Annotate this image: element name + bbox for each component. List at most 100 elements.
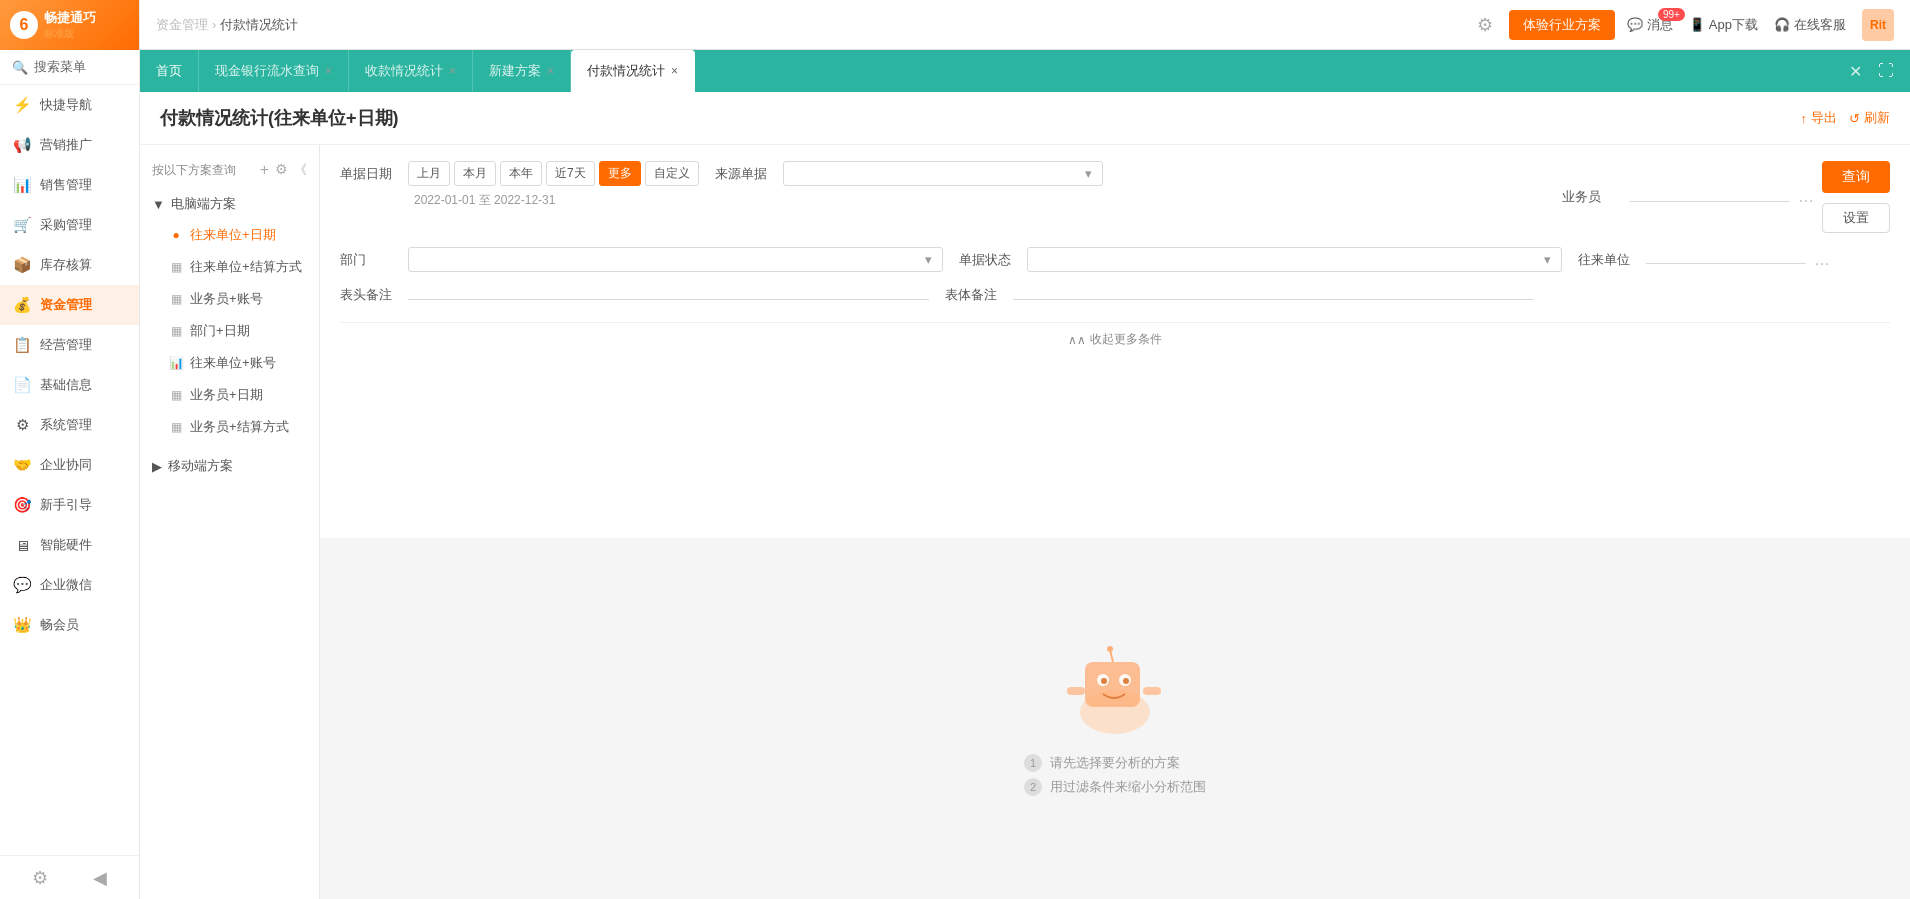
scheme-table-icon: ▦ [168,387,184,403]
date-btn-7days[interactable]: 近7天 [546,161,595,186]
footer-settings-icon[interactable]: ⚙ [32,867,48,889]
sidebar-item-cooperation[interactable]: 🤝 企业协同 [0,445,139,485]
messages-button[interactable]: 💬 消息 99+ [1627,16,1673,34]
scheme-label: 业务员+结算方式 [190,418,289,436]
sidebar-search[interactable]: 🔍 搜索菜单 [0,50,139,85]
sidebar-header: 6 畅捷通巧 标准版 [0,0,139,50]
empty-state: 1 请先选择要分析的方案 2 用过滤条件来缩小分析范围 [320,538,1910,899]
tab-payment-stats-close[interactable]: × [671,64,678,78]
sidebar-item-quick-nav[interactable]: ⚡ 快捷导航 [0,85,139,125]
scheme-table-icon: ▦ [168,419,184,435]
mobile-group-expand-icon: ▶ [152,459,162,474]
date-btn-more[interactable]: 更多 [599,161,641,186]
app-download-link[interactable]: 📱 App下载 [1689,16,1758,34]
refresh-icon: ↺ [1849,111,1860,126]
tab-receive-stats-close[interactable]: × [449,64,456,78]
staff-more-icon[interactable]: … [1798,188,1814,206]
footer-collapse-icon[interactable]: ◀ [93,867,107,889]
nav-icon-operation: 📋 [12,335,32,355]
tab-payment-stats[interactable]: 付款情况统计 × [571,50,695,92]
desktop-group-title[interactable]: ▼ 电脑端方案 [140,189,319,219]
search-label: 搜索菜单 [34,58,86,76]
scheme-settings-icon[interactable]: ⚙ [275,161,288,179]
collapse-button[interactable]: ∧∧ 收起更多条件 [340,322,1890,356]
tab-new-plan-close[interactable]: × [547,64,554,78]
svg-rect-8 [1067,687,1085,695]
tab-bank-flow-close[interactable]: × [325,64,332,78]
online-service-link[interactable]: 🎧 在线客服 [1774,16,1846,34]
tab-new-plan[interactable]: 新建方案 × [473,50,571,92]
tab-receive-stats[interactable]: 收款情况统计 × [349,50,473,92]
query-button[interactable]: 查询 [1822,161,1890,193]
scheme-item-unit-date[interactable]: ● 往来单位+日期 [140,219,319,251]
sidebar-item-guide[interactable]: 🎯 新手引导 [0,485,139,525]
settings-button[interactable]: 设置 [1822,203,1890,233]
settings-icon[interactable]: ⚙ [1477,14,1493,36]
nav-icon-guide: 🎯 [12,495,32,515]
search-icon: 🔍 [12,60,28,75]
scheme-collapse-icon[interactable]: 《 [294,161,307,179]
body-notes-input[interactable] [1013,291,1534,300]
scheme-label: 往来单位+日期 [190,226,276,244]
nav-icon-member: 👑 [12,615,32,635]
refresh-button[interactable]: ↺ 刷新 [1849,109,1890,127]
export-button[interactable]: ↑ 导出 [1801,109,1838,127]
date-btn-custom[interactable]: 自定义 [645,161,699,186]
head-notes-input[interactable] [408,291,929,300]
sidebar-item-wechat[interactable]: 💬 企业微信 [0,565,139,605]
nav-label-marketing: 营销推广 [40,136,92,154]
tab-receive-stats-label: 收款情况统计 [365,62,443,80]
bottom-area: 1 请先选择要分析的方案 2 用过滤条件来缩小分析范围 [320,538,1910,899]
trial-button[interactable]: 体验行业方案 [1509,10,1615,40]
filter-sidebar-label: 按以下方案查询 [152,162,236,179]
collapse-label: 收起更多条件 [1090,331,1162,348]
scheme-item-dept-date[interactable]: ▦ 部门+日期 [140,315,319,347]
scheme-item-unit-settle[interactable]: ▦ 往来单位+结算方式 [140,251,319,283]
scheme-table-icon: ▦ [168,259,184,275]
scheme-item-staff-date[interactable]: ▦ 业务员+日期 [140,379,319,411]
dept-select[interactable]: ▾ [408,247,943,272]
doc-status-select[interactable]: ▾ [1027,247,1562,272]
tab-maximize-icon[interactable]: ⛶ [1874,58,1898,84]
tab-close-all-icon[interactable]: ✕ [1845,58,1866,85]
nav-label-basic-info: 基础信息 [40,376,92,394]
sidebar-item-operation[interactable]: 📋 经营管理 [0,325,139,365]
sidebar-item-sales[interactable]: 📊 销售管理 [0,165,139,205]
scheme-item-staff-settle[interactable]: ▦ 业务员+结算方式 [140,411,319,443]
sidebar-item-inventory[interactable]: 📦 库存核算 [0,245,139,285]
scheme-item-staff-account[interactable]: ▦ 业务员+账号 [140,283,319,315]
tab-home[interactable]: 首页 [140,50,199,92]
date-btn-this-year[interactable]: 本年 [500,161,542,186]
empty-illustration [1055,642,1175,742]
unit-input[interactable] [1646,255,1806,264]
group-expand-icon: ▼ [152,197,165,212]
nav-label-quick-nav: 快捷导航 [40,96,92,114]
content-area: 付款情况统计(往来单位+日期) ↑ 导出 ↺ 刷新 按以下方案查询 + [140,92,1910,899]
tab-bank-flow-label: 现金银行流水查询 [215,62,319,80]
sidebar-item-basic-info[interactable]: 📄 基础信息 [0,365,139,405]
sidebar-item-purchase[interactable]: 🛒 采购管理 [0,205,139,245]
scheme-item-unit-account[interactable]: 📊 往来单位+账号 [140,347,319,379]
mobile-group-label: 移动端方案 [168,457,233,475]
user-avatar[interactable]: Rit [1862,9,1894,41]
source-doc-select[interactable]: ▾ [783,161,1103,186]
mobile-group-title[interactable]: ▶ 移动端方案 [140,451,319,481]
sidebar-item-finance[interactable]: 💰 资金管理 [0,285,139,325]
add-scheme-icon[interactable]: + [260,161,269,179]
sidebar-item-system[interactable]: ⚙ 系统管理 [0,405,139,445]
unit-more-icon[interactable]: … [1814,251,1830,269]
robot-svg [1055,642,1175,742]
date-btn-this-month[interactable]: 本月 [454,161,496,186]
date-btn-last-month[interactable]: 上月 [408,161,450,186]
app-version: 标准版 [44,27,96,41]
nav-icon-marketing: 📢 [12,135,32,155]
nav-icon-wechat: 💬 [12,575,32,595]
date-buttons: 上月 本月 本年 近7天 更多 自定义 [408,161,699,186]
topbar-actions: ⚙ 体验行业方案 [1477,10,1615,40]
staff-input[interactable] [1630,193,1790,202]
sidebar-item-marketing[interactable]: 📢 营销推广 [0,125,139,165]
sidebar-item-member[interactable]: 👑 畅会员 [0,605,139,645]
home-tab-label: 首页 [156,62,182,80]
sidebar-item-hardware[interactable]: 🖥 智能硬件 [0,525,139,565]
tab-bank-flow[interactable]: 现金银行流水查询 × [199,50,349,92]
